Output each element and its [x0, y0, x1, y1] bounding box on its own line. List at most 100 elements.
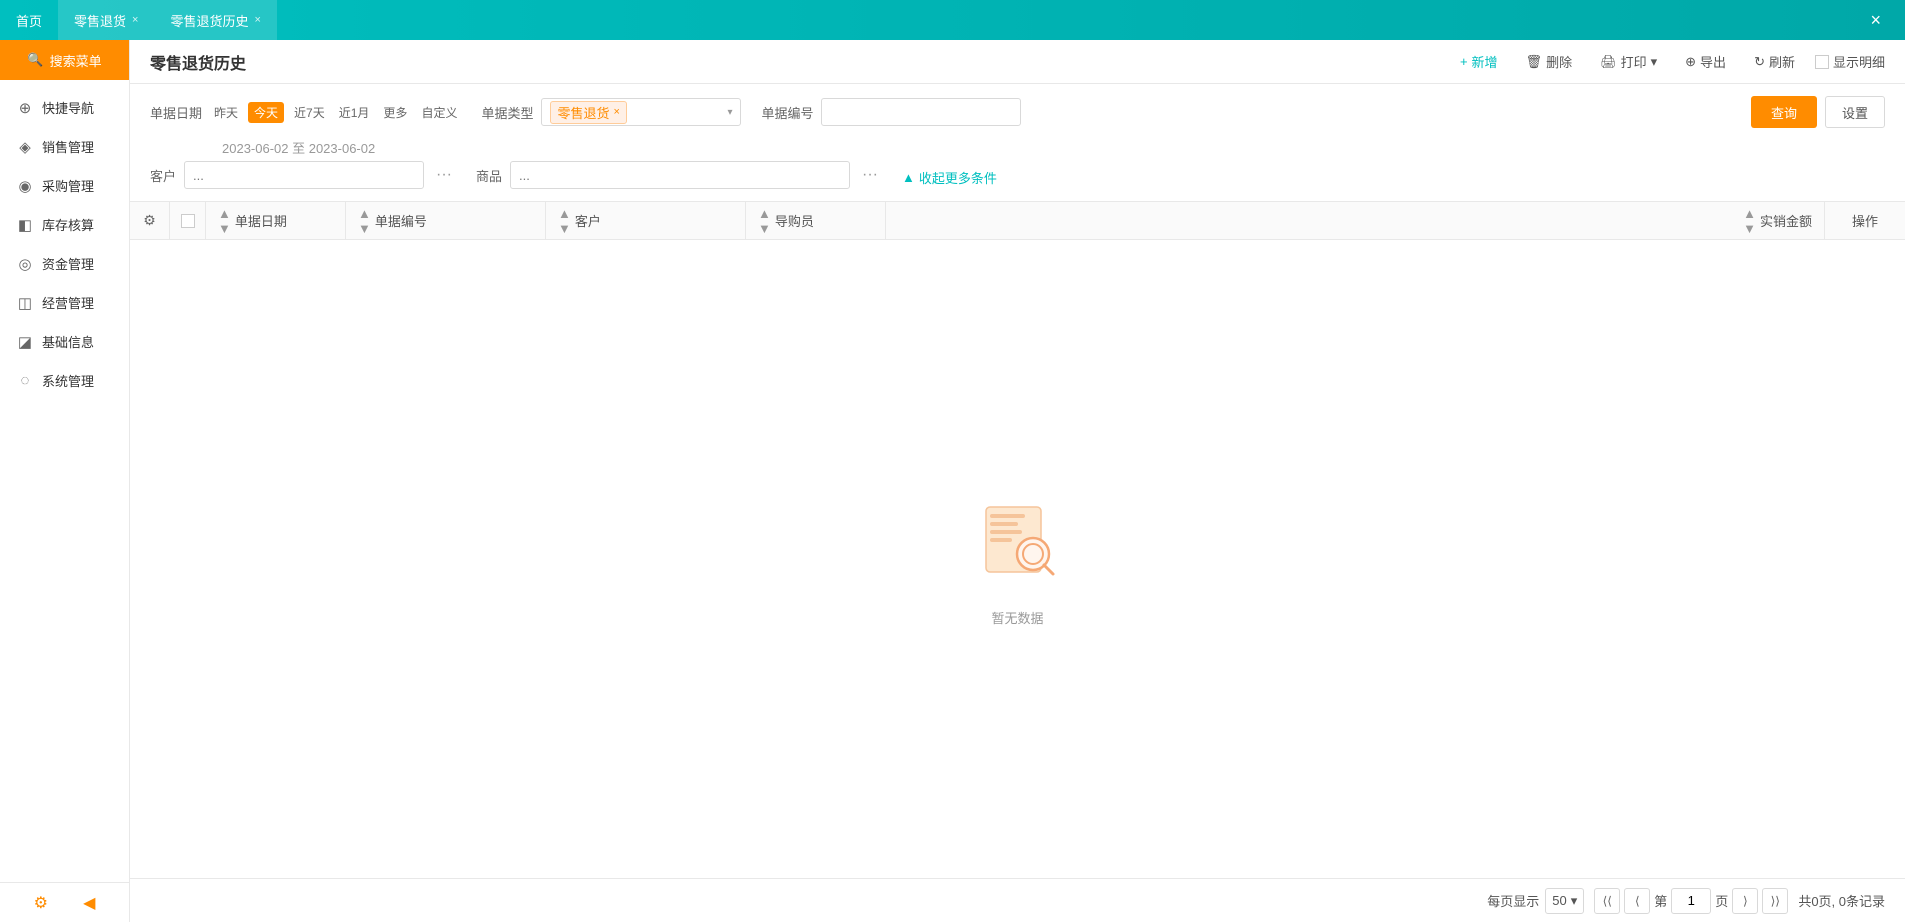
date-opt-yesterday[interactable]: 昨天 [210, 102, 242, 123]
th-customer-label: 客户 [575, 211, 601, 230]
new-button[interactable]: + 新增 [1452, 48, 1506, 75]
th-bill-no-label: 单据编号 [375, 211, 427, 230]
basic-info-icon: ◪ [16, 333, 34, 351]
customer-input[interactable] [184, 161, 424, 189]
sidebar-item-finance-label: 资金管理 [42, 254, 94, 273]
last-page-button[interactable]: ⟩⟩ [1762, 888, 1788, 914]
top-bar-right: × [1862, 10, 1905, 31]
date-filter: 单据日期 昨天 今天 近7天 近1月 更多 自定义 [150, 102, 461, 123]
sidebar: 🔍 搜索菜单 ⊕ 快捷导航 ◈ 销售管理 ◉ 采购管理 ◧ 库存核算 ◎ 资金管 [0, 40, 130, 922]
goods-more-icon[interactable]: ··· [858, 166, 882, 184]
th-amount-label: 实销金额 [1760, 211, 1812, 230]
filter-action-btns: 查询 设置 [1751, 96, 1885, 128]
date-opt-today[interactable]: 今天 [248, 102, 284, 123]
quick-nav-icon: ⊕ [16, 99, 34, 117]
window-close-button[interactable]: × [1862, 10, 1889, 31]
next-page-button[interactable]: ⟩ [1732, 888, 1758, 914]
top-bar: 首页 零售退货 × 零售退货历史 × × [0, 0, 1905, 40]
bill-type-tag-text: 零售退货 [557, 103, 609, 122]
th-operation-label: 操作 [1852, 211, 1878, 230]
first-page-button[interactable]: ⟨⟨ [1594, 888, 1620, 914]
refresh-button[interactable]: ↻ 刷新 [1746, 48, 1803, 75]
pagination-bar: 每页显示 50 ▾ ⟨⟨ ⟨ 第 页 ⟩ ⟩⟩ 共0页, 0条记录 [130, 878, 1905, 922]
table-header-checkbox[interactable] [170, 202, 206, 239]
table-header: ⚙ ▲▼ 单据日期 ▲▼ 单据编号 ▲▼ 客户 ▲▼ 导 [130, 202, 1905, 240]
tab-home-label: 首页 [16, 11, 42, 30]
print-button[interactable]: 🖨 打印 ▾ [1592, 48, 1665, 75]
per-page-value: 50 [1552, 893, 1566, 908]
show-detail-label: 显示明细 [1833, 52, 1885, 71]
search-menu-button[interactable]: 🔍 搜索菜单 [0, 40, 129, 80]
show-detail-toggle: 显示明细 [1815, 52, 1885, 71]
setting-button[interactable]: 设置 [1825, 96, 1885, 128]
delete-label: 删除 [1546, 52, 1572, 71]
sidebar-item-inventory-label: 库存核算 [42, 215, 94, 234]
collapse-label: 收起更多条件 [919, 168, 997, 187]
page-total: 共0页, 0条记录 [1798, 891, 1885, 910]
sidebar-item-operation[interactable]: ◫ 经营管理 [0, 283, 129, 322]
export-label: 导出 [1700, 52, 1726, 71]
page-unit: 页 [1715, 891, 1728, 910]
prev-page-button[interactable]: ⟨ [1624, 888, 1650, 914]
tab-home[interactable]: 首页 [0, 0, 58, 40]
settings-icon[interactable]: ⚙ [34, 893, 48, 913]
sidebar-item-basic-info[interactable]: ◪ 基础信息 [0, 322, 129, 361]
print-arrow-icon: ▾ [1651, 54, 1658, 70]
inventory-icon: ◧ [16, 216, 34, 234]
content-area: 零售退货历史 + 新增 🗑 删除 🖨 打印 ▾ ⊕ 导出 [130, 40, 1905, 922]
th-guide[interactable]: ▲▼ 导购员 [746, 202, 886, 239]
delete-icon: 🗑 [1526, 54, 1543, 70]
bill-type-label: 单据类型 [481, 103, 533, 122]
th-date[interactable]: ▲▼ 单据日期 [206, 202, 346, 239]
bill-no-input[interactable] [821, 98, 1021, 126]
refresh-label: 刷新 [1769, 52, 1795, 71]
guide-sort-icon: ▲▼ [758, 206, 771, 236]
tab-retail-return[interactable]: 零售退货 × [58, 0, 154, 40]
table-settings-icon[interactable]: ⚙ [130, 202, 170, 239]
query-button[interactable]: 查询 [1751, 96, 1817, 128]
refresh-icon: ↻ [1754, 54, 1765, 70]
date-opt-7days[interactable]: 近7天 [290, 102, 329, 123]
page-input[interactable] [1671, 888, 1711, 914]
collapse-sidebar-icon[interactable]: ◀ [83, 893, 95, 913]
sidebar-item-quick-nav[interactable]: ⊕ 快捷导航 [0, 88, 129, 127]
search-menu-label: 搜索菜单 [50, 51, 102, 70]
sidebar-item-finance[interactable]: ◎ 资金管理 [0, 244, 129, 283]
per-page-box[interactable]: 50 ▾ [1545, 888, 1584, 914]
sidebar-item-inventory[interactable]: ◧ 库存核算 [0, 205, 129, 244]
date-opt-more[interactable]: 更多 [379, 102, 411, 123]
customer-more-icon[interactable]: ··· [432, 166, 456, 184]
export-button[interactable]: ⊕ 导出 [1677, 48, 1734, 75]
sidebar-footer: ⚙ ◀ [0, 882, 129, 922]
th-amount[interactable]: ▲▼ 实销金额 [886, 202, 1825, 239]
bill-no-filter: 单据编号 [761, 98, 1021, 126]
show-detail-checkbox[interactable] [1815, 55, 1829, 69]
bill-type-tag-close[interactable]: × [613, 106, 619, 118]
system-icon: ◌ [16, 372, 34, 390]
sidebar-item-purchase[interactable]: ◉ 采购管理 [0, 166, 129, 205]
bill-type-select[interactable]: 零售退货 × ▾ [541, 98, 741, 126]
new-icon: + [1460, 54, 1468, 69]
tab-retail-return-history[interactable]: 零售退货历史 × [154, 0, 276, 40]
th-bill-no[interactable]: ▲▼ 单据编号 [346, 202, 546, 239]
page-label: 第 [1654, 891, 1667, 910]
goods-input[interactable] [510, 161, 850, 189]
date-options: 昨天 今天 近7天 近1月 更多 自定义 [210, 102, 461, 123]
tab-retail-return-close[interactable]: × [132, 14, 138, 26]
amount-sort-icon: ▲▼ [1743, 206, 1756, 236]
sidebar-item-sales[interactable]: ◈ 销售管理 [0, 127, 129, 166]
collapse-icon: ▲ [902, 170, 915, 185]
collapse-button[interactable]: ▲ 收起更多条件 [902, 168, 997, 187]
date-opt-custom[interactable]: 自定义 [417, 102, 461, 123]
date-opt-1month[interactable]: 近1月 [335, 102, 374, 123]
th-customer[interactable]: ▲▼ 客户 [546, 202, 746, 239]
tab-retail-return-history-close[interactable]: × [254, 14, 260, 26]
customer-sort-icon: ▲▼ [558, 206, 571, 236]
sidebar-item-system[interactable]: ◌ 系统管理 [0, 361, 129, 400]
table-area: ⚙ ▲▼ 单据日期 ▲▼ 单据编号 ▲▼ 客户 ▲▼ 导 [130, 202, 1905, 878]
select-all-checkbox[interactable] [181, 214, 195, 228]
print-label: 打印 [1621, 52, 1647, 71]
sidebar-item-purchase-label: 采购管理 [42, 176, 94, 195]
finance-icon: ◎ [16, 255, 34, 273]
delete-button[interactable]: 🗑 删除 [1518, 48, 1581, 75]
